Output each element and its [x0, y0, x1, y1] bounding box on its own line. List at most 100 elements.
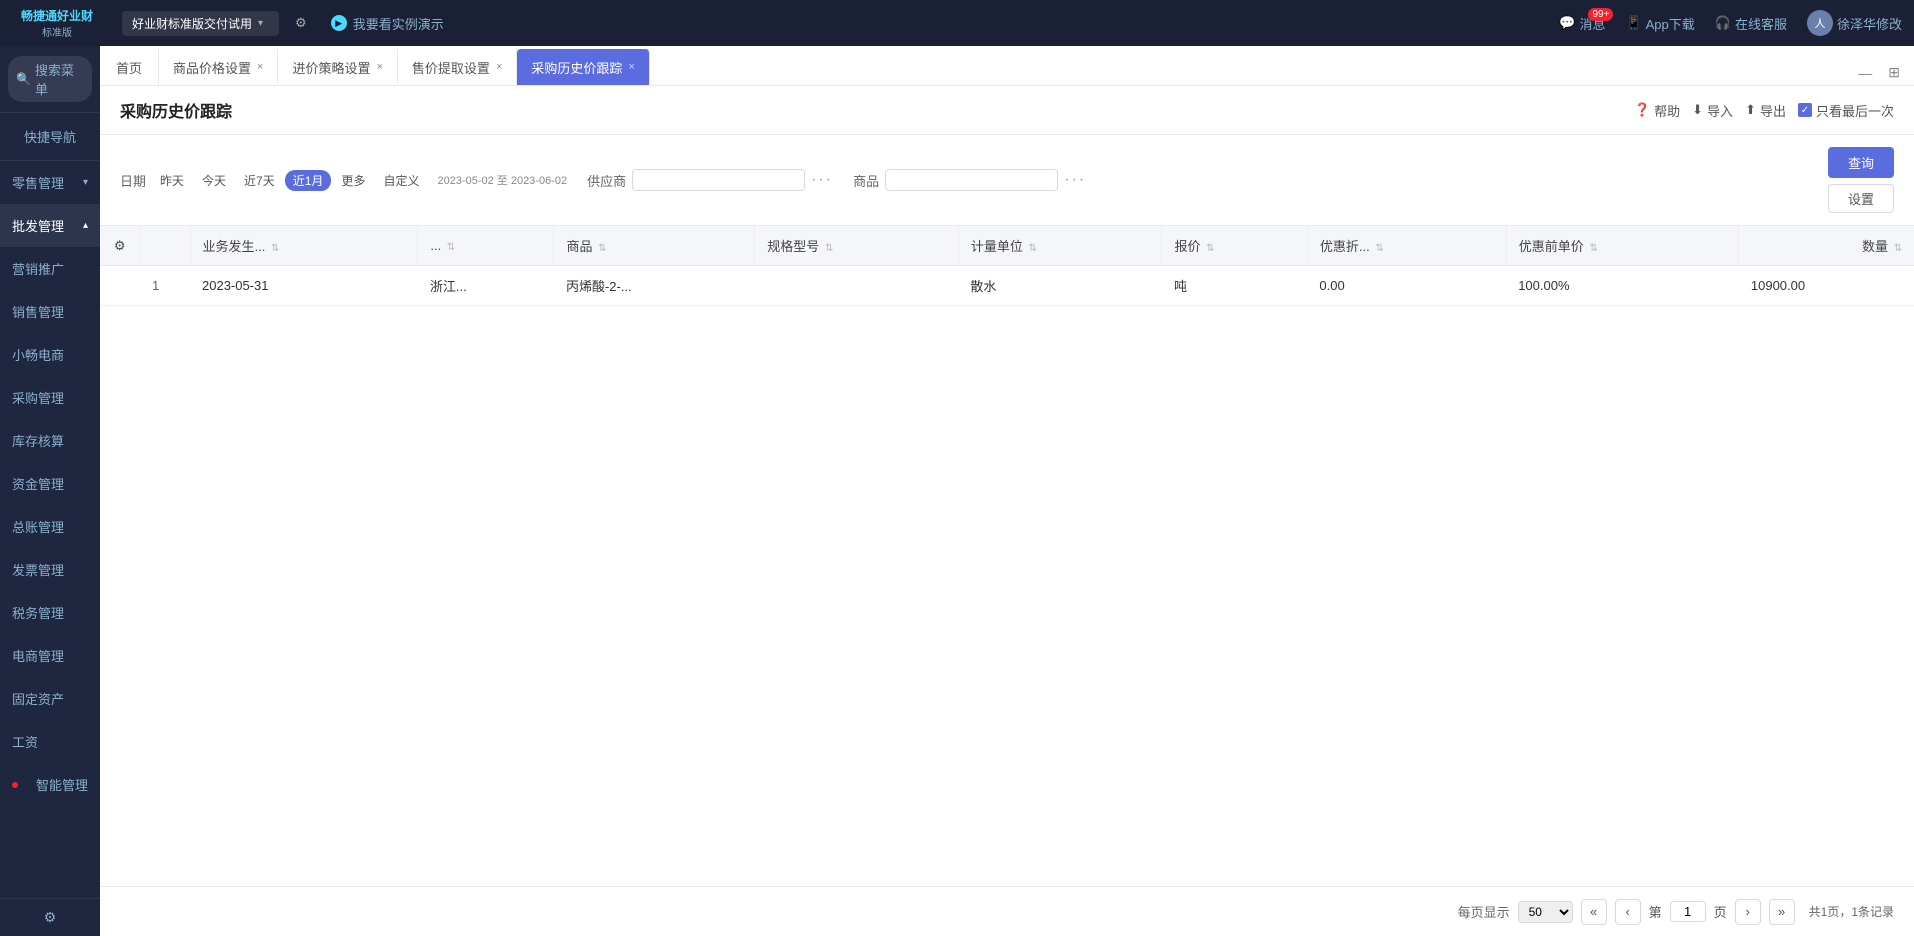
sidebar-gear-icon[interactable]: ⚙	[44, 909, 57, 926]
export-icon: ⬆	[1745, 102, 1756, 118]
sidebar-item-label: 批发管理	[12, 216, 64, 235]
app-subtitle: 标准版	[42, 24, 72, 39]
app-download-icon: 📱	[1625, 15, 1641, 31]
sidebar-item-smart[interactable]: 智能管理	[0, 763, 100, 806]
total-info: 共1页，1条记录	[1809, 903, 1894, 920]
help-link[interactable]: ❓ 帮助	[1634, 101, 1680, 120]
col-pre-price[interactable]: 优惠前单价 ⇅	[1506, 226, 1739, 266]
next-page-button[interactable]: ›	[1735, 899, 1761, 925]
sidebar-item-quick-nav[interactable]: 快捷导航	[0, 119, 100, 154]
help-label: 帮助	[1654, 101, 1680, 120]
first-page-button[interactable]: «	[1581, 899, 1607, 925]
version-label: 好业财标准版交付试用	[132, 15, 252, 32]
close-icon[interactable]: ×	[257, 61, 263, 73]
sidebar-item-finance[interactable]: 资金管理	[0, 462, 100, 505]
sidebar-item-sales[interactable]: 销售管理	[0, 290, 100, 333]
pagination: 每页显示 50 100 200 « ‹ 第 页 › » 共1页，1条记录	[100, 886, 1914, 936]
import-link[interactable]: ⬇ 导入	[1692, 101, 1733, 120]
cell-goods: 丙烯酸-2-...	[554, 266, 755, 306]
tab-purchase-price[interactable]: 进价策略设置 ×	[278, 49, 397, 85]
user-profile[interactable]: 人 徐泽华修改	[1807, 10, 1902, 36]
col-price-label: 报价 ⇅	[1174, 239, 1214, 254]
date-btn-more[interactable]: 更多	[333, 170, 373, 191]
demo-icon: ▶	[331, 15, 347, 31]
last-page-button[interactable]: »	[1769, 899, 1795, 925]
sidebar-item-ledger[interactable]: 总账管理	[0, 505, 100, 548]
cell-discount: 100.00%	[1506, 266, 1739, 306]
checkbox-icon: ✓	[1798, 103, 1812, 117]
online-service-item[interactable]: 🎧 在线客服	[1715, 14, 1787, 33]
sidebar-item-ecommerce[interactable]: 电商管理	[0, 634, 100, 677]
sidebar-item-retail[interactable]: 零售管理 ▾	[0, 161, 100, 204]
sidebar-item-label: 工资	[12, 732, 38, 751]
date-btn-yesterday[interactable]: 昨天	[152, 170, 192, 191]
per-page-select[interactable]: 50 100 200	[1518, 901, 1573, 923]
message-icon-item[interactable]: 💬 消息 99+	[1559, 14, 1605, 33]
sidebar-item-wholesale[interactable]: 批发管理 ▴	[0, 204, 100, 247]
col-more[interactable]: ... ⇅	[418, 226, 554, 266]
sidebar-item-payroll[interactable]: 工资	[0, 720, 100, 763]
tab-label: 采购历史价跟踪	[531, 58, 622, 77]
query-button[interactable]: 查询	[1828, 147, 1894, 178]
close-icon[interactable]: ×	[628, 61, 634, 73]
goods-more-icon[interactable]: ···	[1064, 171, 1086, 189]
sidebar-item-label: 智能管理	[36, 775, 88, 794]
page-label-suffix: 页	[1714, 902, 1727, 921]
date-options: 昨天 今天 近7天 近1月 更多 自定义	[152, 170, 427, 191]
page-number-input[interactable]	[1670, 901, 1706, 922]
sidebar-item-ecommerce-small[interactable]: 小畅电商	[0, 333, 100, 376]
col-discount[interactable]: 优惠折... ⇅	[1307, 226, 1506, 266]
demo-button[interactable]: ▶ 我要看实例演示	[331, 14, 444, 33]
tab-sale-price[interactable]: 售价提取设置 ×	[398, 49, 517, 85]
gear-icon[interactable]: ⚙	[114, 238, 126, 253]
col-spec[interactable]: 规格型号 ⇅	[755, 226, 959, 266]
tab-purchase-history[interactable]: 采购历史价跟踪 ×	[517, 49, 649, 85]
close-icon[interactable]: ×	[496, 61, 502, 73]
cell-spec	[755, 266, 959, 306]
col-spec-label: 规格型号 ⇅	[767, 239, 833, 254]
sidebar-item-tax[interactable]: 税务管理	[0, 591, 100, 634]
sidebar-bottom: ⚙	[0, 898, 100, 936]
sidebar-item-inventory[interactable]: 库存核算	[0, 419, 100, 462]
sidebar-item-marketing[interactable]: 营销推广	[0, 247, 100, 290]
search-menu-input[interactable]: 🔍 搜索菜单	[8, 56, 92, 102]
goods-input[interactable]	[885, 169, 1058, 191]
date-label: 日期	[120, 171, 146, 190]
sidebar-quick-nav[interactable]: 快捷导航	[0, 113, 100, 161]
supplier-more-icon[interactable]: ···	[811, 171, 833, 189]
red-dot-icon	[12, 782, 18, 788]
col-qty[interactable]: 数量 ⇅	[1739, 226, 1914, 266]
sidebar-search[interactable]: 🔍 搜索菜单	[0, 46, 100, 113]
date-btn-7days[interactable]: 近7天	[236, 170, 283, 191]
date-btn-1month[interactable]: 近1月	[285, 170, 332, 191]
prev-page-button[interactable]: ‹	[1615, 899, 1641, 925]
sidebar-item-purchase[interactable]: 采购管理	[0, 376, 100, 419]
app-download-item[interactable]: 📱 App下载	[1625, 14, 1694, 33]
settings-icon[interactable]: ⚙	[287, 11, 315, 35]
close-icon[interactable]: ×	[376, 61, 382, 73]
date-btn-custom[interactable]: 自定义	[375, 170, 427, 191]
supplier-input[interactable]	[632, 169, 805, 191]
sidebar-item-fixed-assets[interactable]: 固定资产	[0, 677, 100, 720]
page-content: 采购历史价跟踪 ❓ 帮助 ⬇ 导入 ⬆ 导出	[100, 86, 1914, 936]
col-unit[interactable]: 计量单位 ⇅	[958, 226, 1162, 266]
minimize-icon[interactable]: —	[1854, 61, 1876, 85]
setting-button[interactable]: 设置	[1828, 184, 1894, 213]
export-link[interactable]: ⬆ 导出	[1745, 101, 1786, 120]
table-header-row: ⚙ 业务发生... ⇅ ... ⇅ 商品 ⇅	[100, 226, 1914, 266]
date-btn-today[interactable]: 今天	[194, 170, 234, 191]
col-discount-label: 优惠折... ⇅	[1320, 239, 1384, 254]
maximize-icon[interactable]: ⊞	[1884, 60, 1904, 85]
col-date[interactable]: 业务发生... ⇅	[190, 226, 418, 266]
export-label: 导出	[1760, 101, 1786, 120]
col-price[interactable]: 报价 ⇅	[1162, 226, 1307, 266]
app-download-label: App下载	[1646, 14, 1695, 33]
sidebar-item-invoice[interactable]: 发票管理	[0, 548, 100, 591]
last-only-checkbox-label[interactable]: ✓ 只看最后一次	[1798, 101, 1894, 120]
tab-home[interactable]: 首页	[100, 49, 159, 85]
col-goods[interactable]: 商品 ⇅	[554, 226, 755, 266]
supplier-label: 供应商	[587, 171, 626, 190]
version-selector[interactable]: 好业财标准版交付试用 ▾	[122, 11, 279, 36]
headset-icon: 🎧	[1715, 15, 1731, 31]
tab-goods-price[interactable]: 商品价格设置 ×	[159, 49, 278, 85]
